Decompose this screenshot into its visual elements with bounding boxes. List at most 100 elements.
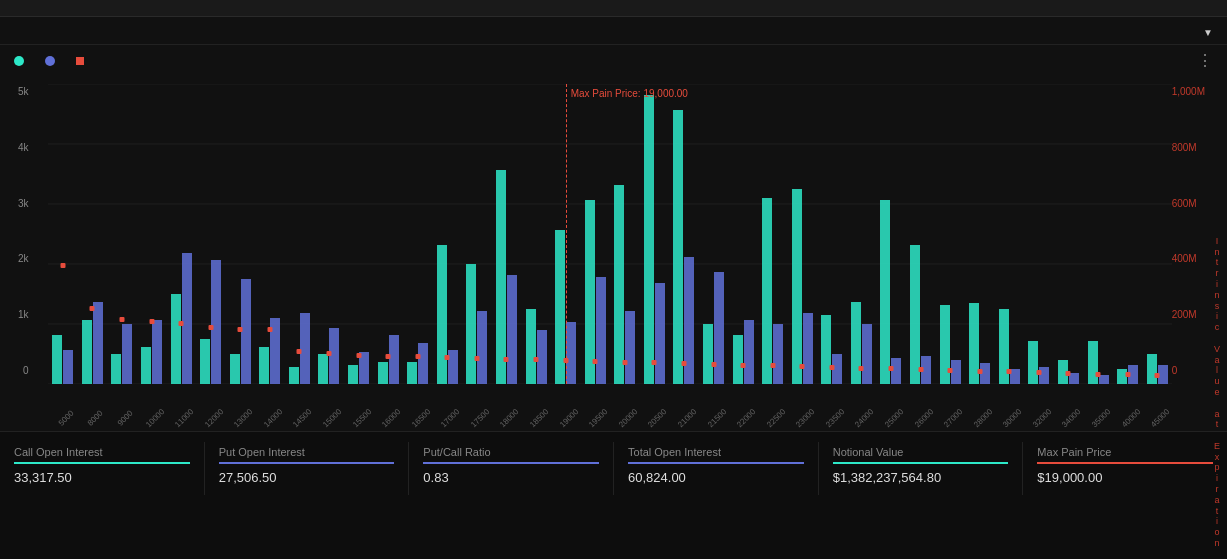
x-axis-strike-label: 16000 bbox=[380, 407, 402, 429]
x-axis-strike-label: 45000 bbox=[1149, 407, 1171, 429]
x-axis-strike-label: 18000 bbox=[499, 407, 521, 429]
bar-group bbox=[580, 84, 610, 384]
call-bar bbox=[378, 362, 388, 385]
y-axis-right: 1,000M 800M 600M 400M 200M 0 bbox=[1172, 86, 1205, 376]
top-bar bbox=[0, 0, 1227, 17]
put-bar bbox=[714, 272, 724, 385]
call-bar bbox=[259, 347, 269, 385]
y-left-3k: 3k bbox=[18, 198, 29, 209]
menu-dots[interactable]: ⋮ bbox=[1197, 51, 1213, 70]
x-labels: 5000800090001000011000120001300014000145… bbox=[48, 384, 1172, 424]
put-bar bbox=[122, 324, 132, 384]
call-bar bbox=[437, 245, 447, 384]
intrinsic-dot bbox=[119, 317, 124, 322]
call-bar bbox=[407, 362, 417, 385]
bar-group bbox=[433, 84, 463, 384]
bar-group bbox=[640, 84, 670, 384]
y-right-1000m: 1,000M bbox=[1172, 86, 1205, 97]
date-selector[interactable]: ▼ bbox=[1199, 27, 1213, 38]
stat-value: $1,382,237,564.80 bbox=[833, 470, 1009, 485]
call-bar bbox=[910, 245, 920, 384]
call-bar bbox=[289, 367, 299, 384]
x-axis-strike-label: 17500 bbox=[469, 407, 491, 429]
call-bar bbox=[82, 320, 92, 384]
put-bar bbox=[625, 311, 635, 384]
bar-group bbox=[255, 84, 285, 384]
intrinsic-dot bbox=[267, 327, 272, 332]
intrinsic-dot bbox=[1125, 372, 1130, 377]
x-axis-strike-label: 8000 bbox=[86, 409, 105, 428]
intrinsic-dot bbox=[1096, 372, 1101, 377]
put-bar bbox=[418, 343, 428, 384]
put-bar bbox=[507, 275, 517, 384]
call-bar bbox=[585, 200, 595, 384]
bar-group bbox=[137, 84, 167, 384]
y-left-2k: 2k bbox=[18, 253, 29, 264]
call-bar bbox=[171, 294, 181, 384]
y-left-5k: 5k bbox=[18, 86, 29, 97]
call-bar bbox=[496, 170, 506, 384]
call-bar bbox=[821, 315, 831, 384]
legend-intrinsic bbox=[76, 57, 89, 65]
y-left-0: 0 bbox=[23, 365, 29, 376]
y-right-0: 0 bbox=[1172, 365, 1178, 376]
intrinsic-dot bbox=[1155, 373, 1160, 378]
stat-block: Put Open Interest27,506.50 bbox=[205, 442, 410, 495]
x-axis-strike-label: 17000 bbox=[439, 407, 461, 429]
x-axis-strike-label: 18500 bbox=[528, 407, 550, 429]
x-axis-strike-label: 15000 bbox=[321, 407, 343, 429]
bar-group bbox=[787, 84, 817, 384]
x-axis-strike-label: 22000 bbox=[735, 407, 757, 429]
x-axis-strike-label: 21500 bbox=[706, 407, 728, 429]
bar-group bbox=[876, 84, 906, 384]
intrinsic-dot bbox=[800, 364, 805, 369]
intrinsic-dot bbox=[445, 355, 450, 360]
bar-group bbox=[48, 84, 78, 384]
stat-underline bbox=[219, 462, 395, 464]
bar-group bbox=[1083, 84, 1113, 384]
call-bar bbox=[1088, 341, 1098, 384]
call-bar bbox=[1147, 354, 1157, 384]
x-axis-strike-label: 12000 bbox=[203, 407, 225, 429]
y-right-400m: 400M bbox=[1172, 253, 1197, 264]
x-axis-strike-label: 16500 bbox=[410, 407, 432, 429]
bottom-stats: Call Open Interest33,317.50Put Open Inte… bbox=[0, 431, 1227, 495]
call-bar bbox=[52, 335, 62, 384]
put-bar bbox=[744, 320, 754, 384]
stat-value: 0.83 bbox=[423, 470, 599, 485]
max-pain-line: Max Pain Price: 19,000.00 bbox=[566, 84, 567, 384]
chart-section: ▼ ⋮ IntrinsicValueatExpiration[USD] 5k 4… bbox=[0, 17, 1227, 431]
put-bar bbox=[63, 350, 73, 384]
bar-group bbox=[344, 84, 374, 384]
bar-group bbox=[492, 84, 522, 384]
intrinsic-dot bbox=[356, 353, 361, 358]
bar-group bbox=[196, 84, 226, 384]
y-right-800m: 800M bbox=[1172, 142, 1197, 153]
intrinsic-dot bbox=[859, 366, 864, 371]
bar-group bbox=[935, 84, 965, 384]
chart-header: ▼ bbox=[0, 17, 1227, 45]
call-bar bbox=[733, 335, 743, 384]
bar-group bbox=[285, 84, 315, 384]
x-axis-strike-label: 30000 bbox=[1001, 407, 1023, 429]
put-bar bbox=[152, 320, 162, 384]
call-bar bbox=[230, 354, 240, 384]
intrinsic-dot bbox=[948, 368, 953, 373]
stat-value: $19,000.00 bbox=[1037, 470, 1213, 485]
bar-group bbox=[1142, 84, 1172, 384]
stat-label: Call Open Interest bbox=[14, 446, 190, 458]
call-bar bbox=[851, 302, 861, 385]
x-axis-strike-label: 35000 bbox=[1090, 407, 1112, 429]
x-axis-strike-label: 26000 bbox=[913, 407, 935, 429]
call-bar bbox=[318, 354, 328, 384]
y-right-200m: 200M bbox=[1172, 309, 1197, 320]
bar-group bbox=[699, 84, 729, 384]
bar-group bbox=[669, 84, 699, 384]
bar-group bbox=[107, 84, 137, 384]
bar-group bbox=[758, 84, 788, 384]
intrinsic-dot bbox=[888, 366, 893, 371]
put-bar bbox=[477, 311, 487, 384]
intrinsic-dot bbox=[474, 356, 479, 361]
bar-group bbox=[462, 84, 492, 384]
x-axis-strike-label: 20500 bbox=[646, 407, 668, 429]
